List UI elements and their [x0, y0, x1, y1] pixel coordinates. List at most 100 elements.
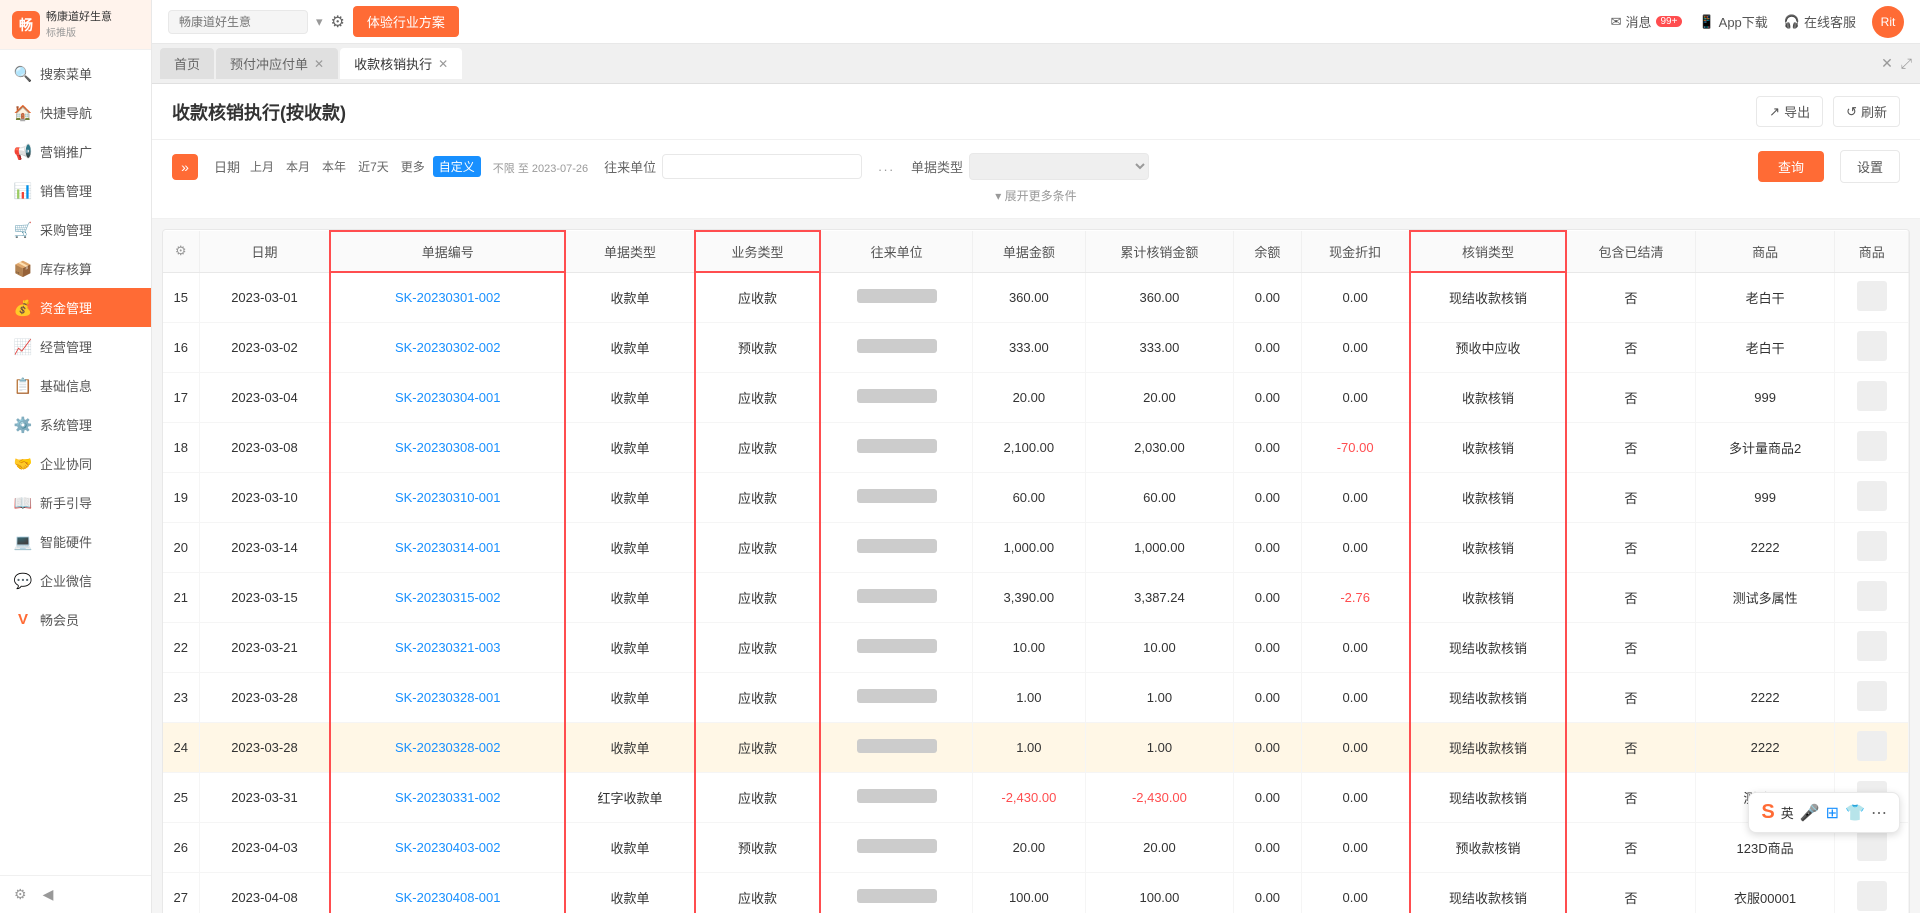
row-billtype: 收款单: [565, 822, 695, 872]
row-goods: 999: [1695, 472, 1835, 522]
tab-home[interactable]: 首页: [160, 48, 214, 79]
user-avatar[interactable]: Rit: [1872, 6, 1904, 38]
refresh-button[interactable]: ↺ 刷新: [1833, 96, 1900, 127]
tab-collection[interactable]: 收款核销执行 ✕: [340, 48, 462, 79]
bill-link[interactable]: SK-20230315-002: [395, 590, 501, 605]
row-writeofftype: 收款核销: [1410, 422, 1566, 472]
sidebar-item-search[interactable]: 🔍 搜索菜单: [0, 54, 151, 93]
bill-link[interactable]: SK-20230310-001: [395, 490, 501, 505]
bill-link[interactable]: SK-20230302-002: [395, 340, 501, 355]
topbar-dropdown-icon[interactable]: ▾: [316, 14, 323, 30]
sidebar-item-inventory[interactable]: 📦 库存核算: [0, 249, 151, 288]
row-amount: 1,000.00: [973, 522, 1086, 572]
data-table: ⚙ 日期 单据编号 单据类型 业务类型 往来单位 单据金额 累计核销金额 余额 …: [163, 230, 1909, 913]
bill-link[interactable]: SK-20230301-002: [395, 290, 501, 305]
this-month-button[interactable]: 本月: [282, 156, 314, 177]
bill-link[interactable]: SK-20230331-002: [395, 790, 501, 805]
sidebar-item-basic[interactable]: 📋 基础信息: [0, 366, 151, 405]
topbar-left: ▾ ⚙ 体验行业方案: [168, 6, 1599, 37]
tab-close-all-icon[interactable]: ✕: [1881, 55, 1893, 72]
sidebar-logo: 畅 畅康道好生意 标推版: [0, 0, 151, 50]
bill-link[interactable]: SK-20230321-003: [395, 640, 501, 655]
bill-link[interactable]: SK-20230328-001: [395, 690, 501, 705]
expand-conditions-button[interactable]: ▾ 展开更多条件: [995, 187, 1076, 204]
row-balance: 0.00: [1234, 772, 1301, 822]
row-num: 22: [163, 622, 199, 672]
filter-settings-button[interactable]: 设置: [1840, 150, 1900, 183]
row-billno: SK-20230331-002: [330, 772, 565, 822]
bill-link[interactable]: SK-20230308-001: [395, 440, 501, 455]
tabbar-actions: ✕ ⤢: [1881, 55, 1912, 72]
sidebar-settings-icon[interactable]: ⚙: [14, 886, 27, 903]
bill-link[interactable]: SK-20230304-001: [395, 390, 501, 405]
tab-expand-icon[interactable]: ⤢: [1901, 55, 1912, 72]
partner-input[interactable]: [662, 154, 862, 179]
sidebar-item-system[interactable]: ⚙️ 系统管理: [0, 405, 151, 444]
row-biztype: 应收款: [695, 372, 820, 422]
row-num: 18: [163, 422, 199, 472]
table-row: 27 2023-04-08 SK-20230408-001 收款单 应收款 10…: [163, 872, 1909, 913]
bill-link[interactable]: SK-20230314-001: [395, 540, 501, 555]
row-biztype: 应收款: [695, 722, 820, 772]
app-download-button[interactable]: 📱 App下载: [1698, 12, 1767, 31]
sidebar-item-sales[interactable]: 📊 销售管理: [0, 171, 151, 210]
sidebar-item-operation[interactable]: 📈 经营管理: [0, 327, 151, 366]
sidebar-item-quicknav[interactable]: 🏠 快捷导航: [0, 93, 151, 132]
row-balance: 0.00: [1234, 272, 1301, 322]
sidebar-item-finance[interactable]: 💰 资金管理: [0, 288, 151, 327]
topbar-brand-input[interactable]: [168, 10, 308, 34]
tab-collection-close-icon[interactable]: ✕: [438, 57, 448, 71]
industry-solution-button[interactable]: 体验行业方案: [353, 6, 459, 37]
row-goods2: [1835, 272, 1909, 322]
online-service-button[interactable]: 🎧 在线客服: [1784, 12, 1856, 31]
row-partner: [820, 672, 973, 722]
topbar-gear-icon[interactable]: ⚙: [331, 12, 345, 32]
tab-prepay-close-icon[interactable]: ✕: [314, 57, 324, 71]
filter-toggle-button[interactable]: »: [172, 154, 198, 180]
row-cumulative: 1.00: [1085, 672, 1234, 722]
sidebar-item-wechat[interactable]: 💬 企业微信: [0, 561, 151, 600]
sidebar-item-marketing[interactable]: 📢 营销推广: [0, 132, 151, 171]
sidebar-item-enterprise[interactable]: 🤝 企业协同: [0, 444, 151, 483]
this-year-button[interactable]: 本年: [318, 156, 350, 177]
last-7days-button[interactable]: 近7天: [354, 156, 393, 177]
row-goods: 2222: [1695, 522, 1835, 572]
row-billno: SK-20230308-001: [330, 422, 565, 472]
tab-prepay[interactable]: 预付冲应付单 ✕: [216, 48, 338, 79]
grid-icon[interactable]: ⊞: [1826, 803, 1839, 823]
mic-icon[interactable]: 🎤: [1800, 803, 1820, 823]
sidebar-item-purchase[interactable]: 🛒 采购管理: [0, 210, 151, 249]
row-partner: [820, 772, 973, 822]
row-biztype: 应收款: [695, 672, 820, 722]
last-month-button[interactable]: 上月: [246, 156, 278, 177]
row-num: 21: [163, 572, 199, 622]
row-discount: 0.00: [1301, 272, 1410, 322]
sidebar-item-hardware[interactable]: 💻 智能硬件: [0, 522, 151, 561]
table-row: 20 2023-03-14 SK-20230314-001 收款单 应收款 1,…: [163, 522, 1909, 572]
custom-date-button[interactable]: 自定义: [433, 156, 481, 177]
query-button[interactable]: 查询: [1758, 151, 1824, 182]
bill-link[interactable]: SK-20230403-002: [395, 840, 501, 855]
messages-button[interactable]: ✉ 消息 99+: [1611, 12, 1683, 31]
row-cumulative: 1,000.00: [1085, 522, 1234, 572]
bill-link[interactable]: SK-20230408-001: [395, 890, 501, 905]
more-date-button[interactable]: 更多: [397, 156, 429, 177]
table-settings-icon[interactable]: ⚙: [175, 243, 187, 258]
more-icon[interactable]: ⋯: [1871, 803, 1887, 823]
row-date: 2023-04-08: [199, 872, 330, 913]
row-balance: 0.00: [1234, 722, 1301, 772]
row-cleared: 否: [1566, 722, 1695, 772]
bill-link[interactable]: SK-20230328-002: [395, 740, 501, 755]
row-cumulative: 360.00: [1085, 272, 1234, 322]
sidebar-item-member[interactable]: V 畅会员: [0, 600, 151, 639]
row-cleared: 否: [1566, 522, 1695, 572]
row-date: 2023-03-14: [199, 522, 330, 572]
table-scroll[interactable]: ⚙ 日期 单据编号 单据类型 业务类型 往来单位 单据金额 累计核销金额 余额 …: [163, 230, 1909, 913]
row-cumulative: 20.00: [1085, 372, 1234, 422]
export-button[interactable]: ↗ 导出: [1756, 96, 1823, 127]
sidebar-item-guide[interactable]: 📖 新手引导: [0, 483, 151, 522]
sidebar-collapse-icon[interactable]: ◀: [43, 886, 54, 903]
billtype-select[interactable]: [969, 153, 1149, 180]
shirt-icon[interactable]: 👕: [1845, 803, 1865, 823]
row-cumulative: 20.00: [1085, 822, 1234, 872]
